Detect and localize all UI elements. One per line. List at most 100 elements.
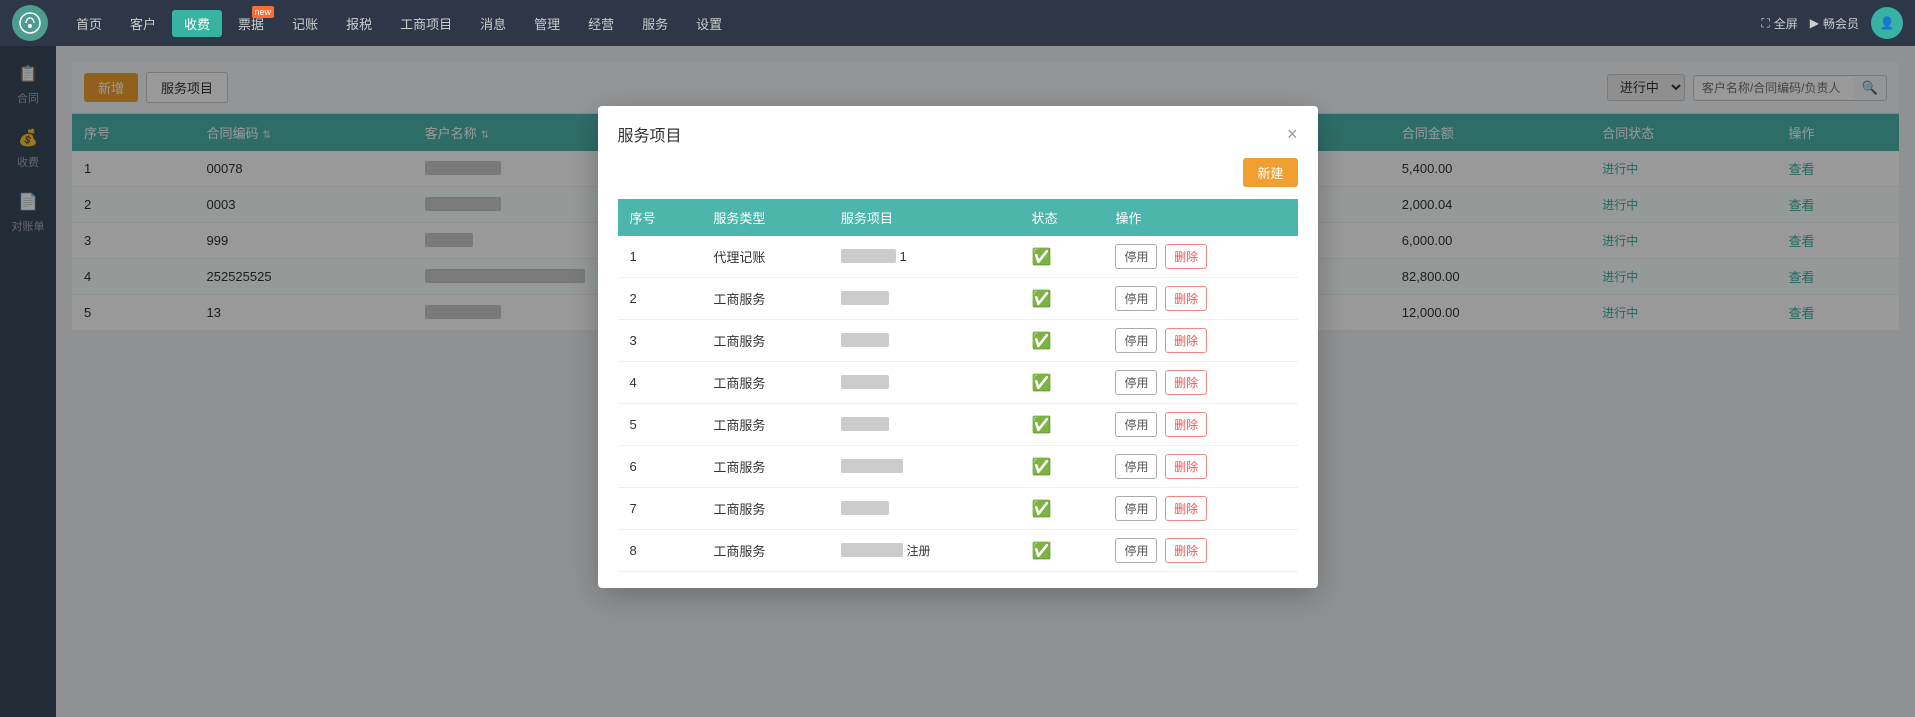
nav-tax[interactable]: 报税 (334, 10, 384, 37)
modal-body: 序号 服务类型 服务项目 状态 操作 1 代理记账 1 ✅ 停用 删除 (598, 199, 1318, 588)
service-cell-index: 7 (618, 488, 702, 530)
service-cell-action: 停用 删除 (1103, 278, 1297, 320)
stop-button[interactable]: 停用 (1115, 286, 1157, 311)
service-cell-item: 注册 (829, 530, 1020, 572)
service-cell-index: 1 (618, 236, 702, 278)
nav-settings[interactable]: 设置 (684, 10, 734, 37)
fullscreen-button[interactable]: ⛶ 全屏 (1761, 15, 1797, 32)
avatar[interactable]: 👤 (1871, 7, 1903, 39)
service-cell-type: 工商服务 (701, 530, 829, 572)
nav-home[interactable]: 首页 (64, 10, 114, 37)
member-button[interactable]: ▶ 畅会员 (1810, 15, 1859, 32)
play-icon: ▶ (1810, 16, 1819, 30)
service-cell-status: ✅ (1020, 320, 1104, 362)
modal-new-button[interactable]: 新建 (1243, 158, 1297, 187)
stop-button[interactable]: 停用 (1115, 244, 1157, 269)
service-col-action: 操作 (1103, 199, 1297, 236)
status-check-icon: ✅ (1032, 459, 1052, 476)
nav-manage[interactable]: 管理 (522, 10, 572, 37)
stop-button[interactable]: 停用 (1115, 538, 1157, 563)
nav-bizproject[interactable]: 工商项目 (388, 10, 464, 37)
service-cell-status: ✅ (1020, 530, 1104, 572)
modal-title: 服务项目 (618, 122, 682, 146)
service-table: 序号 服务类型 服务项目 状态 操作 1 代理记账 1 ✅ 停用 删除 (618, 199, 1298, 572)
service-cell-item (829, 362, 1020, 404)
top-navigation: 首页 客户 收费 票据 new 记账 报税 工商项目 消息 管理 经营 服务 设… (0, 0, 1915, 46)
service-cell-status: ✅ (1020, 404, 1104, 446)
service-cell-action: 停用 删除 (1103, 320, 1297, 362)
modal-close-button[interactable]: × (1287, 125, 1298, 143)
nav-business[interactable]: 经营 (576, 10, 626, 37)
service-item-blurred (841, 291, 889, 305)
status-check-icon: ✅ (1032, 543, 1052, 560)
delete-button[interactable]: 删除 (1165, 454, 1207, 479)
service-cell-action: 停用 删除 (1103, 236, 1297, 278)
service-col-status: 状态 (1020, 199, 1104, 236)
delete-button[interactable]: 删除 (1165, 370, 1207, 395)
service-cell-status: ✅ (1020, 362, 1104, 404)
nav-message[interactable]: 消息 (468, 10, 518, 37)
status-check-icon: ✅ (1032, 291, 1052, 308)
service-cell-item: 1 (829, 236, 1020, 278)
stop-button[interactable]: 停用 (1115, 370, 1157, 395)
service-cell-type: 工商服务 (701, 488, 829, 530)
service-cell-status: ✅ (1020, 236, 1104, 278)
service-item-blurred (841, 501, 889, 515)
service-row: 3 工商服务 ✅ 停用 删除 (618, 320, 1298, 362)
status-check-icon: ✅ (1032, 249, 1052, 266)
service-cell-type: 工商服务 (701, 320, 829, 362)
service-cell-action: 停用 删除 (1103, 362, 1297, 404)
fullscreen-icon: ⛶ (1761, 16, 1769, 31)
stop-button[interactable]: 停用 (1115, 454, 1157, 479)
service-cell-index: 6 (618, 446, 702, 488)
stop-button[interactable]: 停用 (1115, 328, 1157, 353)
modal-toolbar: 新建 (598, 154, 1318, 199)
stop-button[interactable]: 停用 (1115, 412, 1157, 437)
service-row: 8 工商服务 注册 ✅ 停用 删除 (618, 530, 1298, 572)
delete-button[interactable]: 删除 (1165, 496, 1207, 521)
delete-button[interactable]: 删除 (1165, 286, 1207, 311)
nav-fee[interactable]: 收费 (172, 10, 222, 37)
service-cell-type: 工商服务 (701, 278, 829, 320)
service-cell-type: 工商服务 (701, 446, 829, 488)
service-cell-item (829, 320, 1020, 362)
nav-bookkeeping[interactable]: 记账 (280, 10, 330, 37)
service-row: 5 工商服务 ✅ 停用 删除 (618, 404, 1298, 446)
service-cell-index: 5 (618, 404, 702, 446)
service-col-type: 服务类型 (701, 199, 829, 236)
service-cell-action: 停用 删除 (1103, 488, 1297, 530)
service-col-item: 服务项目 (829, 199, 1020, 236)
service-cell-item (829, 404, 1020, 446)
delete-button[interactable]: 删除 (1165, 244, 1207, 269)
delete-button[interactable]: 删除 (1165, 328, 1207, 353)
service-cell-index: 3 (618, 320, 702, 362)
service-col-index: 序号 (618, 199, 702, 236)
status-check-icon: ✅ (1032, 501, 1052, 518)
service-cell-item (829, 488, 1020, 530)
nav-client[interactable]: 客户 (118, 10, 168, 37)
service-row: 4 工商服务 ✅ 停用 删除 (618, 362, 1298, 404)
app-logo (12, 5, 48, 41)
service-modal: 服务项目 × 新建 序号 服务类型 服务项目 状态 操作 1 代理记账 (598, 106, 1318, 588)
service-cell-action: 停用 删除 (1103, 404, 1297, 446)
nav-service[interactable]: 服务 (630, 10, 680, 37)
service-cell-item (829, 446, 1020, 488)
nav-right: ⛶ 全屏 ▶ 畅会员 👤 (1761, 7, 1903, 39)
service-cell-status: ✅ (1020, 278, 1104, 320)
service-cell-status: ✅ (1020, 488, 1104, 530)
service-row: 1 代理记账 1 ✅ 停用 删除 (618, 236, 1298, 278)
service-cell-index: 4 (618, 362, 702, 404)
delete-button[interactable]: 删除 (1165, 412, 1207, 437)
modal-overlay[interactable]: 服务项目 × 新建 序号 服务类型 服务项目 状态 操作 1 代理记账 (0, 46, 1915, 717)
service-row: 7 工商服务 ✅ 停用 删除 (618, 488, 1298, 530)
service-cell-action: 停用 删除 (1103, 530, 1297, 572)
delete-button[interactable]: 删除 (1165, 538, 1207, 563)
service-cell-type: 工商服务 (701, 362, 829, 404)
stop-button[interactable]: 停用 (1115, 496, 1157, 521)
nav-items: 首页 客户 收费 票据 new 记账 报税 工商项目 消息 管理 经营 服务 设… (64, 10, 1761, 37)
nav-invoice[interactable]: 票据 new (226, 10, 276, 37)
status-check-icon: ✅ (1032, 417, 1052, 434)
service-row: 6 工商服务 ✅ 停用 删除 (618, 446, 1298, 488)
service-row: 2 工商服务 ✅ 停用 删除 (618, 278, 1298, 320)
service-header-row: 序号 服务类型 服务项目 状态 操作 (618, 199, 1298, 236)
